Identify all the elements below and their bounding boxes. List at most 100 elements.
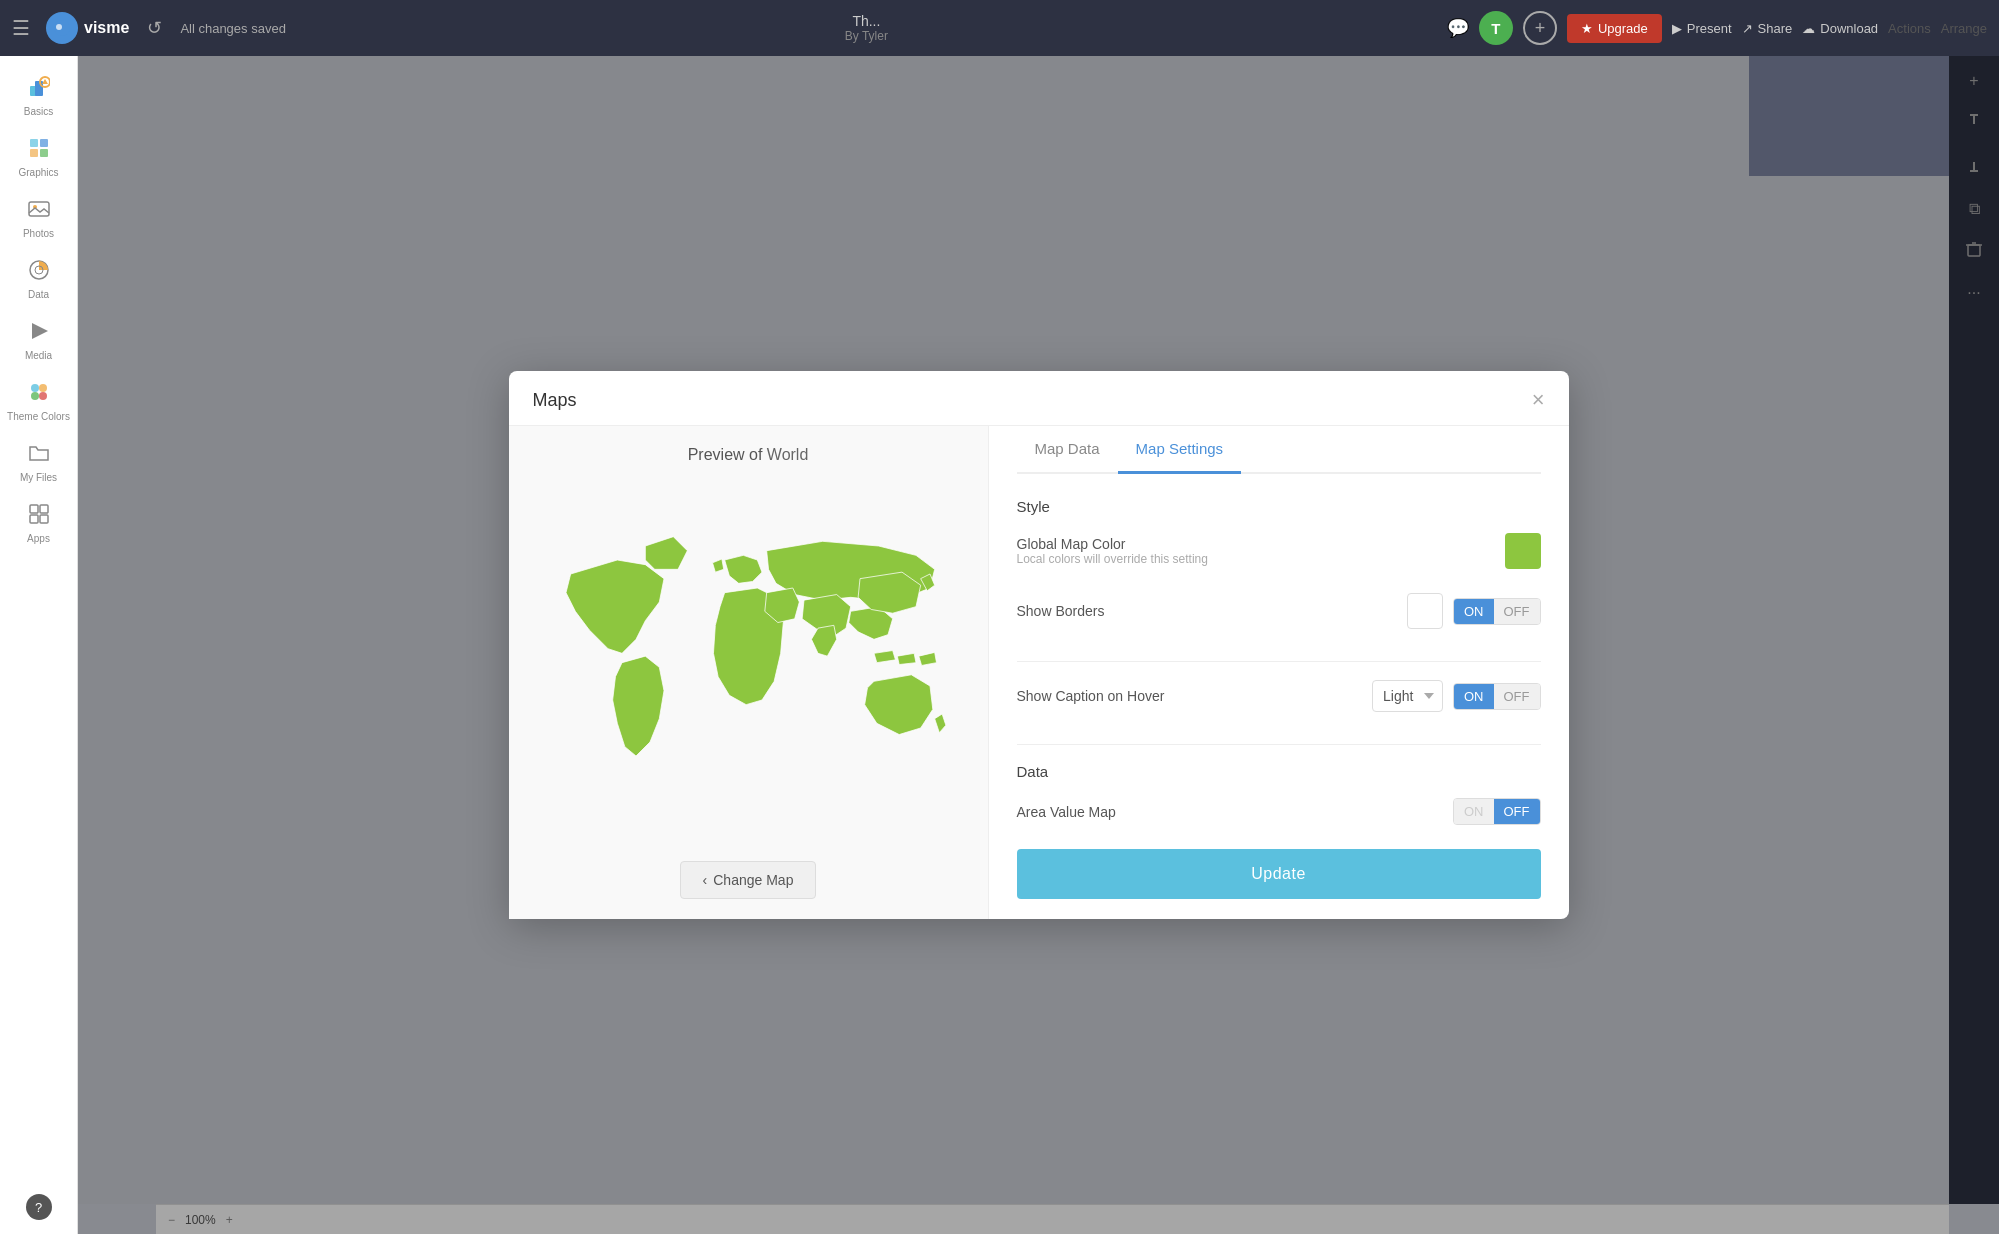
- svg-rect-20: [30, 515, 38, 523]
- modal-close-button[interactable]: ×: [1532, 389, 1545, 411]
- section-divider-1: [1017, 661, 1541, 662]
- show-caption-on[interactable]: ON: [1454, 684, 1494, 709]
- modal-body: Preview of World: [509, 426, 1569, 919]
- global-map-color-row: Global Map Color Local colors will overr…: [1017, 533, 1541, 569]
- upgrade-icon: ★: [1581, 21, 1593, 36]
- show-caption-controls: Light Dark ON OFF: [1372, 680, 1541, 712]
- help-icon-container[interactable]: ?: [26, 1194, 52, 1234]
- add-button[interactable]: +: [1523, 11, 1557, 45]
- sidebar-item-graphics[interactable]: Graphics: [0, 127, 77, 188]
- area-value-row: Area Value Map ON OFF: [1017, 798, 1541, 825]
- show-borders-off[interactable]: OFF: [1494, 599, 1540, 624]
- sidebar-item-apps[interactable]: Apps: [0, 493, 77, 554]
- global-map-color-swatch[interactable]: [1505, 533, 1541, 569]
- comment-icon[interactable]: 💬: [1447, 17, 1469, 39]
- svg-rect-6: [40, 139, 48, 147]
- change-map-button[interactable]: ‹ Change Map: [680, 861, 817, 899]
- svg-point-15: [39, 384, 47, 392]
- show-caption-off[interactable]: OFF: [1494, 684, 1540, 709]
- my-files-label: My Files: [20, 472, 57, 483]
- arrange-label[interactable]: Arrange: [1941, 21, 1987, 36]
- doc-title: Th...: [296, 13, 1437, 29]
- tab-bar: Map Data Map Settings: [1017, 426, 1541, 474]
- media-icon: [28, 320, 50, 347]
- graphics-label: Graphics: [18, 167, 58, 178]
- preview-label: Preview of World: [688, 446, 809, 464]
- apps-icon: [28, 503, 50, 530]
- sidebar-item-theme-colors[interactable]: Theme Colors: [0, 371, 77, 432]
- sidebar-item-media[interactable]: Media: [0, 310, 77, 371]
- actions-arrange-area: Actions Arrange: [1888, 21, 1987, 36]
- present-button[interactable]: ▶ Present: [1672, 21, 1732, 36]
- area-value-label: Area Value Map: [1017, 804, 1116, 820]
- doc-title-area: Th... By Tyler: [296, 13, 1437, 43]
- svg-rect-8: [40, 149, 48, 157]
- svg-point-16: [31, 392, 39, 400]
- svg-point-14: [31, 384, 39, 392]
- play-icon: ▶: [1672, 21, 1682, 36]
- my-files-icon: [28, 442, 50, 469]
- svg-rect-7: [30, 149, 38, 157]
- upgrade-button[interactable]: ★ Upgrade: [1567, 14, 1662, 43]
- undo-icon[interactable]: ↺: [147, 17, 162, 39]
- sidebar-item-photos[interactable]: Photos: [0, 188, 77, 249]
- global-map-color-label-area: Global Map Color Local colors will overr…: [1017, 536, 1208, 566]
- svg-rect-5: [30, 139, 38, 147]
- media-label: Media: [25, 350, 52, 361]
- preview-panel: Preview of World: [509, 426, 989, 919]
- show-caption-label: Show Caption on Hover: [1017, 688, 1165, 704]
- svg-rect-9: [29, 202, 49, 216]
- sidebar-item-basics[interactable]: Basics: [0, 66, 77, 127]
- svg-rect-3: [35, 81, 43, 96]
- show-borders-label: Show Borders: [1017, 603, 1105, 619]
- area-value-toggle[interactable]: ON OFF: [1453, 798, 1541, 825]
- svg-rect-18: [30, 505, 38, 513]
- app-name: visme: [84, 19, 129, 37]
- chevron-left-icon: ‹: [703, 872, 708, 888]
- sidebar-item-data[interactable]: Data: [0, 249, 77, 310]
- hamburger-icon[interactable]: ☰: [12, 16, 30, 40]
- basics-icon: [28, 76, 50, 103]
- style-section-title: Style: [1017, 498, 1541, 515]
- sidebar-item-my-files[interactable]: My Files: [0, 432, 77, 493]
- maps-modal: Maps × Preview of World: [509, 371, 1569, 919]
- saved-status: All changes saved: [180, 21, 286, 36]
- svg-point-1: [56, 24, 62, 30]
- logo-icon: [46, 12, 78, 44]
- settings-panel: Map Data Map Settings Style Global Map C…: [989, 426, 1569, 919]
- data-icon: [28, 259, 50, 286]
- area-value-off[interactable]: OFF: [1494, 799, 1540, 824]
- photos-icon: [28, 198, 50, 225]
- show-borders-controls: ON OFF: [1407, 593, 1541, 629]
- theme-colors-icon: [28, 381, 50, 408]
- canvas-area: − 100% + + ⧉ ··· Maps ×: [78, 56, 1999, 1234]
- modal-title: Maps: [533, 390, 577, 411]
- data-label: Data: [28, 289, 49, 300]
- share-button[interactable]: ↗ Share: [1742, 21, 1793, 36]
- download-button[interactable]: ☁ Download: [1802, 21, 1878, 36]
- doc-author-line: By Tyler: [296, 29, 1437, 43]
- svg-rect-19: [40, 505, 48, 513]
- show-caption-toggle[interactable]: ON OFF: [1453, 683, 1541, 710]
- section-divider-2: [1017, 744, 1541, 745]
- toolbar-right: 💬 T + ★ Upgrade ▶ Present ↗ Share ☁ Down…: [1447, 11, 1987, 45]
- caption-style-select[interactable]: Light Dark: [1372, 680, 1443, 712]
- global-map-color-sublabel: Local colors will override this setting: [1017, 552, 1208, 566]
- actions-label[interactable]: Actions: [1888, 21, 1931, 36]
- basics-label: Basics: [24, 106, 53, 117]
- avatar[interactable]: T: [1479, 11, 1513, 45]
- show-borders-on[interactable]: ON: [1454, 599, 1494, 624]
- tab-map-data[interactable]: Map Data: [1017, 426, 1118, 474]
- border-color-swatch[interactable]: [1407, 593, 1443, 629]
- svg-point-17: [39, 392, 47, 400]
- help-icon: ?: [26, 1194, 52, 1220]
- svg-rect-21: [40, 515, 48, 523]
- show-borders-toggle[interactable]: ON OFF: [1453, 598, 1541, 625]
- graphics-icon: [28, 137, 50, 164]
- show-borders-row: Show Borders ON OFF: [1017, 593, 1541, 629]
- show-caption-row: Show Caption on Hover Light Dark ON OFF: [1017, 680, 1541, 712]
- update-button[interactable]: Update: [1017, 849, 1541, 899]
- tab-map-settings[interactable]: Map Settings: [1118, 426, 1242, 474]
- area-value-on[interactable]: ON: [1454, 799, 1494, 824]
- apps-label: Apps: [27, 533, 50, 544]
